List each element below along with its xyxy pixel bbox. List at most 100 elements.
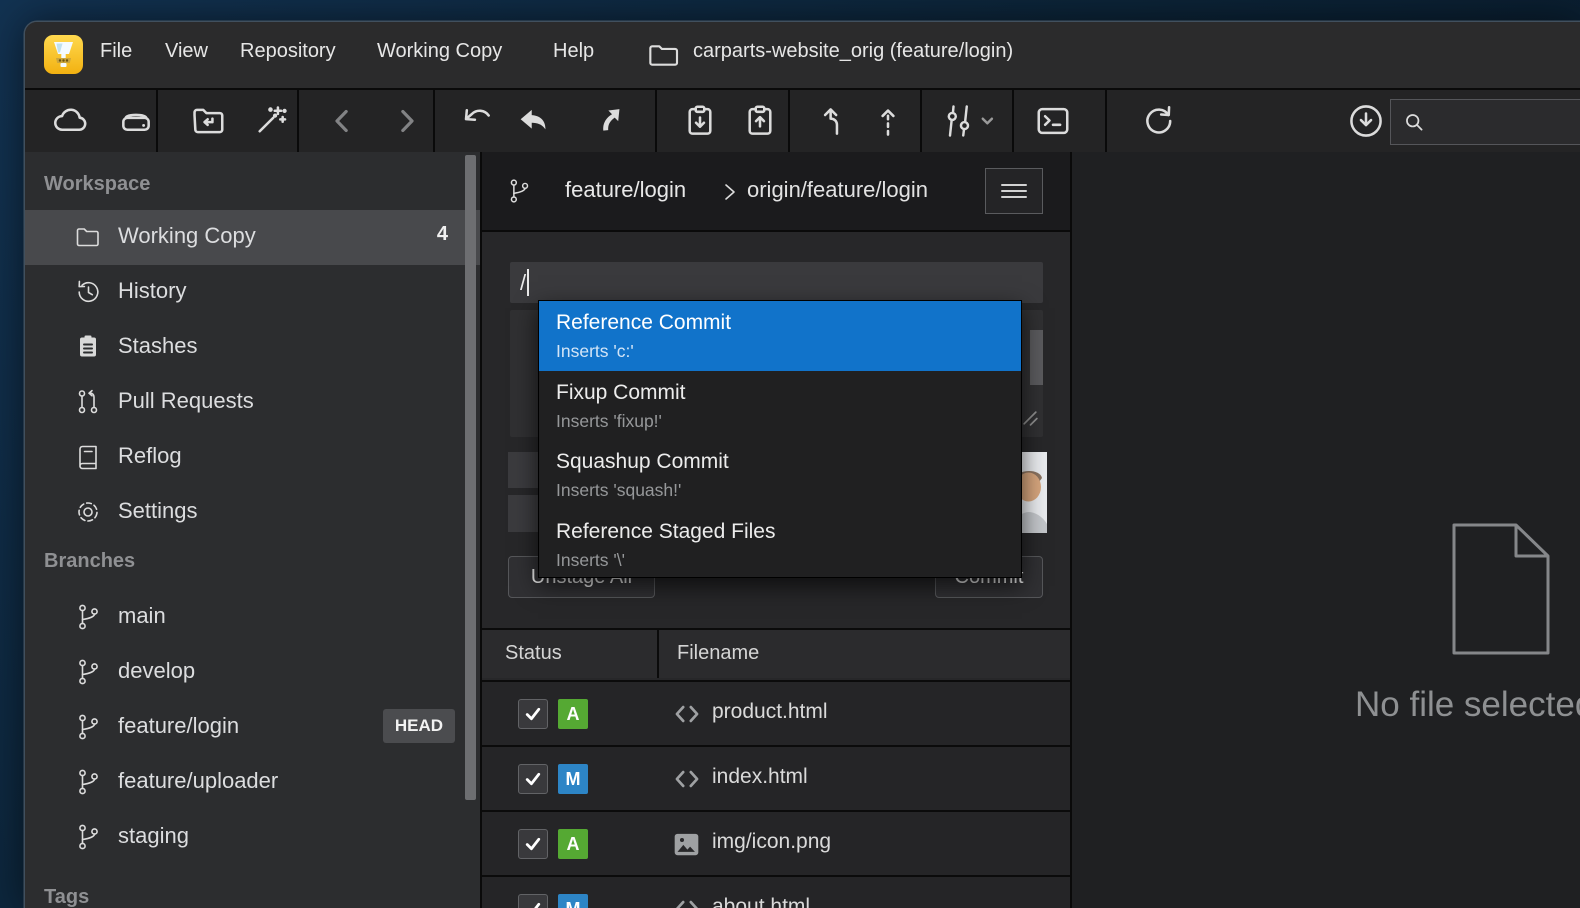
commit-summary-value: /	[520, 270, 526, 296]
autocomplete-item-reference-commit[interactable]: Reference Commit Inserts 'c:'	[539, 301, 1021, 371]
chevron-right-icon	[723, 181, 737, 208]
redo-button[interactable]	[583, 98, 629, 144]
file-row-about[interactable]: M about.html	[482, 875, 1070, 908]
menu-bar: File View Repository Working Copy Help c…	[25, 22, 1580, 88]
hidden-control-fragment	[508, 495, 538, 532]
file-preview-panel: No file selected	[1072, 152, 1580, 908]
refresh-button[interactable]	[1135, 98, 1181, 144]
undo-arrow-icon	[514, 102, 552, 140]
stage-checkbox[interactable]	[518, 699, 548, 729]
image-file-icon	[673, 832, 700, 862]
sidebar-item-history[interactable]: History	[25, 265, 480, 320]
branch-icon	[73, 767, 103, 797]
file-row-product[interactable]: A product.html	[482, 680, 1070, 745]
pull-icon	[681, 102, 719, 140]
back-chevron-icon	[324, 102, 362, 140]
undo-button[interactable]	[510, 98, 556, 144]
sidebar-item-branch-develop[interactable]: develop	[25, 645, 480, 700]
back-button[interactable]	[320, 98, 366, 144]
search-input[interactable]	[1435, 111, 1579, 134]
create-button[interactable]	[247, 98, 293, 144]
hidden-control-fragment	[508, 452, 538, 488]
sidebar-item-branch-main[interactable]: main	[25, 590, 480, 645]
branch-icon	[73, 822, 103, 852]
status-badge-modified: M	[558, 894, 588, 908]
commit-options-menu-button[interactable]	[985, 168, 1043, 214]
column-filename[interactable]: Filename	[677, 642, 759, 665]
current-branch-label[interactable]: feature/login	[565, 177, 686, 203]
status-badge-added: A	[558, 699, 588, 729]
description-scrollbar[interactable]	[1030, 330, 1043, 385]
clone-folder-icon	[189, 102, 227, 140]
sidebar-item-branch-feature-uploader[interactable]: feature/uploader	[25, 755, 480, 810]
sidebar-item-settings[interactable]: Settings	[25, 485, 480, 540]
push-button[interactable]	[737, 98, 783, 144]
menu-repository[interactable]: Repository	[240, 40, 336, 63]
fetch-button[interactable]	[865, 98, 911, 144]
file-row-icon-png[interactable]: A img/icon.png	[482, 810, 1070, 875]
stage-checkbox[interactable]	[518, 829, 548, 859]
download-button[interactable]	[1343, 98, 1389, 144]
sidebar-item-reflog[interactable]: Reflog	[25, 430, 480, 485]
resize-grip-icon[interactable]	[1022, 410, 1039, 432]
pull-button[interactable]	[677, 98, 723, 144]
compare-dropdown-button[interactable]	[930, 98, 1002, 144]
stage-checkbox[interactable]	[518, 764, 548, 794]
toolbar	[25, 88, 1580, 152]
pending-count-badge: 4	[437, 223, 448, 246]
empty-document-icon	[1445, 520, 1557, 663]
drive-icon	[117, 102, 155, 140]
menu-file[interactable]: File	[100, 40, 132, 63]
dashed-arrow-up-icon	[869, 102, 907, 140]
repo-title: carparts-website_orig (feature/login)	[693, 40, 1013, 63]
code-file-icon	[673, 767, 701, 796]
commit-autocomplete-menu: Reference Commit Inserts 'c:' Fixup Comm…	[538, 300, 1022, 578]
sidebar-section-tags: Tags	[44, 886, 89, 908]
download-circle-icon	[1347, 102, 1385, 140]
discard-button[interactable]	[453, 98, 499, 144]
sidebar: Workspace Working Copy 4 History Stashes…	[25, 152, 480, 908]
terminal-button[interactable]	[1030, 98, 1076, 144]
autocomplete-item-reference-staged-files[interactable]: Reference Staged Files Inserts '\'	[539, 510, 1021, 580]
forward-button[interactable]	[383, 98, 429, 144]
toolbar-search[interactable]	[1390, 99, 1580, 145]
clipboard-icon	[73, 332, 103, 362]
sidebar-item-pull-requests[interactable]: Pull Requests	[25, 375, 480, 430]
autocomplete-item-squashup-commit[interactable]: Squashup Commit Inserts 'squash!'	[539, 440, 1021, 510]
clone-button[interactable]	[185, 98, 231, 144]
menu-working-copy[interactable]: Working Copy	[377, 40, 502, 63]
sidebar-item-branch-staging[interactable]: staging	[25, 810, 480, 865]
search-icon	[1401, 109, 1427, 135]
sidebar-scrollbar[interactable]	[465, 155, 476, 800]
remote-button[interactable]	[47, 98, 93, 144]
column-divider[interactable]	[657, 630, 659, 678]
autocomplete-item-fixup-commit[interactable]: Fixup Commit Inserts 'fixup!'	[539, 371, 1021, 441]
column-status[interactable]: Status	[505, 642, 562, 665]
menu-help[interactable]: Help	[553, 40, 594, 63]
magic-wand-icon	[251, 102, 289, 140]
commit-summary-input[interactable]: /	[510, 262, 1043, 303]
terminal-icon	[1034, 102, 1072, 140]
folder-icon	[73, 222, 103, 252]
forward-chevron-icon	[387, 102, 425, 140]
commit-graph-icon	[934, 102, 998, 140]
tracking-branch-label[interactable]: origin/feature/login	[747, 177, 928, 203]
history-icon	[73, 277, 103, 307]
cloud-icon	[51, 102, 89, 140]
local-repos-button[interactable]	[113, 98, 159, 144]
sidebar-item-branch-feature-login[interactable]: feature/login HEAD	[25, 700, 480, 755]
menu-view[interactable]: View	[165, 40, 208, 63]
head-badge: HEAD	[383, 709, 455, 743]
pull-request-icon	[73, 387, 103, 417]
discard-arrow-icon	[457, 102, 495, 140]
sidebar-item-working-copy[interactable]: Working Copy 4	[25, 210, 480, 265]
stage-checkbox[interactable]	[518, 894, 548, 908]
branch-icon	[73, 602, 103, 632]
branch-icon	[505, 174, 533, 213]
refresh-icon	[1139, 102, 1177, 140]
branch-icon	[73, 712, 103, 742]
code-file-icon	[673, 702, 701, 731]
file-row-index[interactable]: M index.html	[482, 745, 1070, 810]
sidebar-item-stashes[interactable]: Stashes	[25, 320, 480, 375]
branch-button[interactable]	[810, 98, 856, 144]
